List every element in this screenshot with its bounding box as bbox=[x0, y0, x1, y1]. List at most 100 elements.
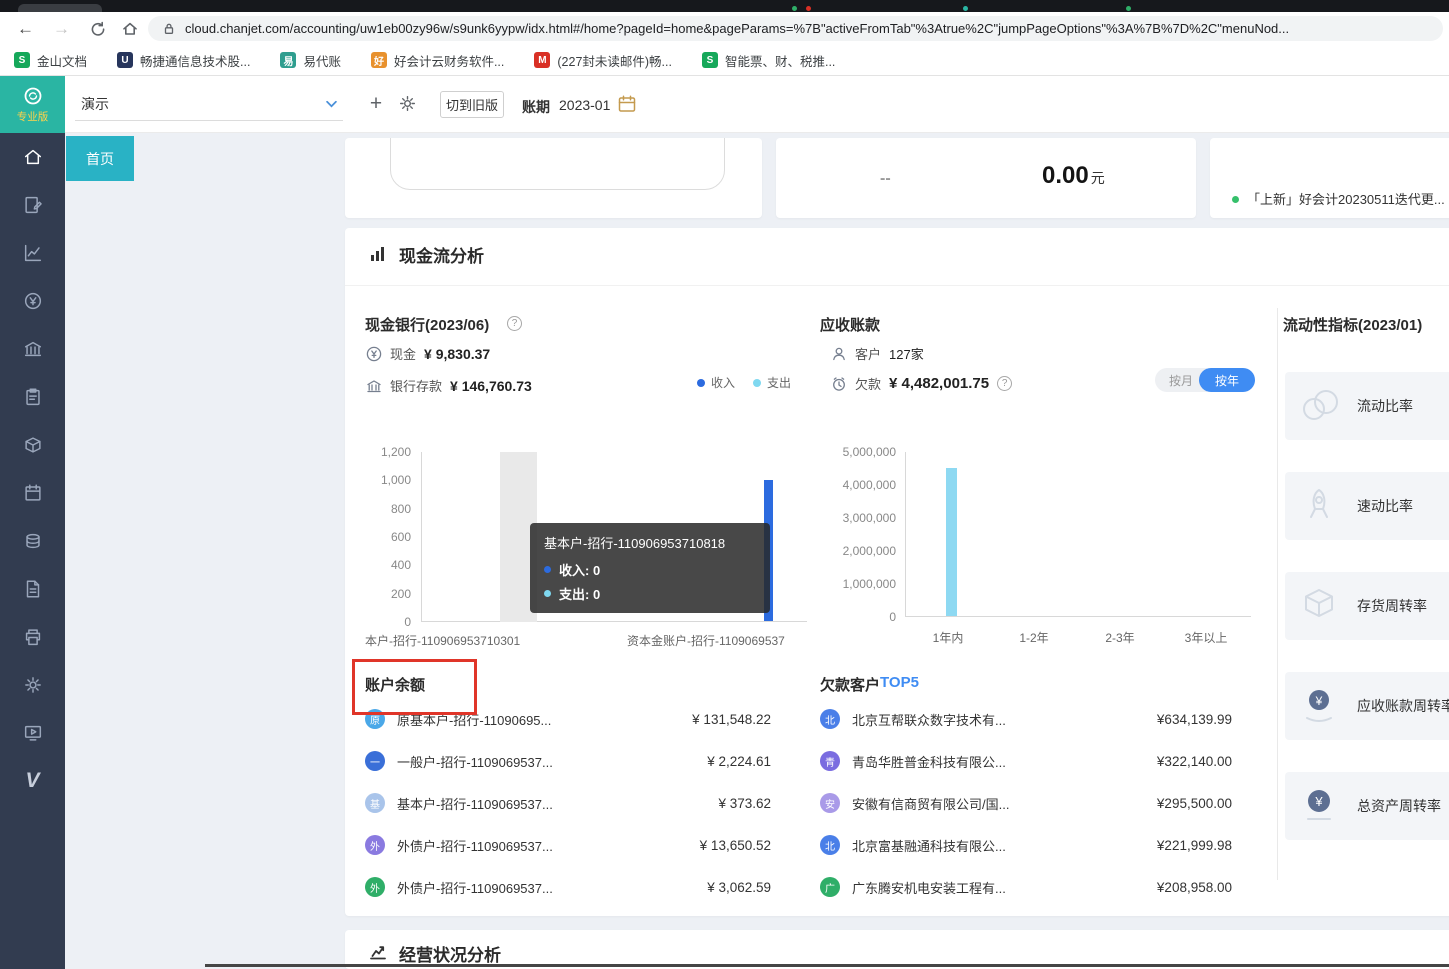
debtor-list: 北 北京互帮联众数字技术有... ¥634,139.99 青 青岛华胜普金科技有… bbox=[820, 698, 1232, 908]
bookmark-favicon: M bbox=[534, 52, 551, 68]
app-edition-label: 专业版 bbox=[16, 111, 49, 123]
calendar-grid-icon bbox=[24, 484, 41, 501]
sidebar-item-training[interactable] bbox=[0, 709, 65, 757]
sidebar-item-reports[interactable] bbox=[0, 229, 65, 277]
debtor-row[interactable]: 青 青岛华胜普金科技有限公... ¥322,140.00 bbox=[820, 740, 1232, 782]
y-tick: 0 bbox=[404, 615, 411, 629]
debtor-row[interactable]: 北 北京富基融通科技有限公... ¥221,999.98 bbox=[820, 824, 1232, 866]
header-divider bbox=[345, 285, 1449, 286]
debtor-row[interactable]: 安 安徽有信商贸有限公司/国... ¥295,500.00 bbox=[820, 782, 1232, 824]
account-row[interactable]: 外 外债户-招行-1109069537... ¥ 3,062.59 bbox=[365, 866, 771, 908]
account-row[interactable]: 基 基本户-招行-1109069537... ¥ 373.62 bbox=[365, 782, 771, 824]
deposit-value: ¥ 146,760.73 bbox=[450, 377, 532, 394]
account-row[interactable]: 外 外债户-招行-1109069537... ¥ 13,650.52 bbox=[365, 824, 771, 866]
income-dot-icon bbox=[544, 566, 551, 573]
refresh-button[interactable] bbox=[84, 15, 111, 42]
account-row[interactable]: 一 一般户-招行-1109069537... ¥ 2,224.61 bbox=[365, 740, 771, 782]
indicator-label: 总资产周转率 bbox=[1357, 798, 1441, 814]
refresh-icon bbox=[91, 21, 104, 36]
url-text[interactable]: cloud.chanjet.com/accounting/uw1eb00zy96… bbox=[185, 21, 1289, 36]
home-button[interactable] bbox=[116, 15, 143, 42]
account-name: 演示 bbox=[81, 96, 109, 112]
sidebar-item-statements[interactable] bbox=[0, 373, 65, 421]
browser-tab-strip[interactable] bbox=[0, 0, 1449, 12]
section-title: 经营状况分析 bbox=[399, 946, 501, 965]
legend-income[interactable]: 收入 bbox=[697, 374, 735, 391]
bookmark-item[interactable]: S 智能票、财、税推... bbox=[701, 51, 835, 70]
browser-active-tab[interactable] bbox=[18, 4, 102, 12]
deposit-label: 银行存款 bbox=[390, 379, 443, 394]
amount-unit: 元 bbox=[1090, 170, 1105, 186]
tooltip-title: 基本户-招行-110906953710818 bbox=[544, 536, 726, 551]
debtor-avatar: 安 bbox=[820, 793, 840, 813]
debtor-avatar: 广 bbox=[820, 877, 840, 897]
chart-plot-area[interactable] bbox=[905, 452, 1251, 617]
x-tick: 1年内 bbox=[932, 631, 964, 645]
bookmark-item[interactable]: 好 好会计云财务软件... bbox=[370, 51, 504, 70]
settings-button[interactable] bbox=[397, 93, 418, 114]
indicator-receivable-turnover[interactable]: ¥ 应收账款周转率 bbox=[1285, 672, 1449, 740]
y-tick: 1,200 bbox=[380, 445, 411, 459]
debtor-name: 安徽有信商贸有限公司/国... bbox=[852, 796, 1010, 812]
debt-help-icon[interactable]: ? bbox=[997, 376, 1013, 391]
secure-lock-icon bbox=[164, 23, 174, 34]
app-topbar: 演示 + 切到旧版 账期 2023-01 bbox=[65, 76, 1449, 133]
back-button[interactable]: ← bbox=[12, 15, 39, 42]
coins-pair-icon bbox=[1303, 390, 1338, 420]
search-input[interactable] bbox=[390, 138, 725, 190]
account-balance-list: 原 原基本户-招行-11090695... ¥ 131,548.22 一 一般户… bbox=[365, 698, 771, 908]
switch-old-version-button[interactable]: 切到旧版 bbox=[440, 91, 504, 118]
indicator-asset-turnover[interactable]: ¥ 总资产周转率 bbox=[1285, 772, 1449, 840]
tab-home[interactable]: 首页 bbox=[66, 136, 134, 181]
app-logo[interactable]: 专业版 bbox=[0, 76, 65, 133]
sidebar-item-voucher[interactable] bbox=[0, 181, 65, 229]
top5-prefix: 欠款客户 bbox=[820, 677, 881, 694]
debtor-name: 北京互帮联众数字技术有... bbox=[852, 712, 1006, 728]
cash-bank-help-icon[interactable]: ? bbox=[507, 316, 522, 331]
file-icon bbox=[26, 580, 39, 598]
url-bar[interactable]: cloud.chanjet.com/accounting/uw1eb00zy96… bbox=[148, 16, 1443, 41]
bar-chart-icon bbox=[369, 245, 387, 263]
forward-button[interactable]: → bbox=[48, 15, 75, 42]
notice-text[interactable]: 「上新」好会计20230511迭代更... bbox=[1247, 189, 1445, 208]
liquidity-title: 流动性指标(2023/01) bbox=[1283, 317, 1423, 334]
deposit-row: 银行存款 ¥ 146,760.73 bbox=[366, 376, 532, 395]
account-row[interactable]: 原 原基本户-招行-11090695... ¥ 131,548.22 bbox=[365, 698, 771, 740]
gear-icon bbox=[399, 95, 416, 112]
sidebar-item-documents[interactable] bbox=[0, 565, 65, 613]
sidebar-item-assets[interactable] bbox=[0, 325, 65, 373]
aging-bar[interactable] bbox=[946, 468, 957, 616]
y-tick: 2,000,000 bbox=[842, 544, 896, 558]
account-select[interactable]: 演示 bbox=[75, 88, 343, 121]
bookmark-item[interactable]: U 畅捷通信息技术股... bbox=[117, 51, 250, 70]
sidebar-item-checkout[interactable] bbox=[0, 421, 65, 469]
sidebar-item-brand-v[interactable]: V bbox=[0, 757, 65, 805]
bookmark-item[interactable]: 易 易代账 bbox=[280, 51, 341, 70]
x-tick: 资本金账户-招行-1109069537 bbox=[627, 634, 785, 648]
account-balance: ¥ 3,062.59 bbox=[707, 879, 771, 895]
indicator-inventory-turnover[interactable]: 存货周转率 bbox=[1285, 572, 1449, 640]
period-value[interactable]: 2023-01 bbox=[559, 97, 610, 113]
calendar-button[interactable] bbox=[618, 95, 636, 113]
clipboard-icon bbox=[25, 388, 40, 406]
add-account-set-button[interactable]: + bbox=[362, 90, 390, 118]
notice-card[interactable]: 「上新」好会计20230511迭代更... bbox=[1210, 138, 1449, 218]
sidebar-item-home[interactable] bbox=[0, 133, 65, 181]
sidebar-item-salary[interactable] bbox=[0, 517, 65, 565]
bookmark-item[interactable]: S 金山文档 bbox=[14, 51, 87, 70]
sidebar-item-funds[interactable] bbox=[0, 277, 65, 325]
amount-number: 0.00 bbox=[1042, 162, 1089, 189]
sidebar-item-invoices[interactable] bbox=[0, 469, 65, 517]
indicator-current-ratio[interactable]: 流动比率 bbox=[1285, 372, 1449, 440]
legend-expense[interactable]: 支出 bbox=[753, 374, 791, 391]
sidebar-item-print[interactable] bbox=[0, 613, 65, 661]
toggle-by-year[interactable]: 按年 bbox=[1199, 368, 1255, 392]
y-tick: 200 bbox=[390, 587, 411, 601]
receivable-aging-chart[interactable]: 5,000,000 4,000,000 3,000,000 2,000,000 … bbox=[820, 442, 1265, 654]
sidebar-item-settings[interactable] bbox=[0, 661, 65, 709]
bookmark-label: 畅捷通信息技术股... bbox=[140, 54, 251, 69]
debtor-row[interactable]: 广 广东腾安机电安装工程有... ¥208,958.00 bbox=[820, 866, 1232, 908]
bookmark-item[interactable]: M (227封未读邮件)畅... bbox=[534, 51, 672, 70]
indicator-quick-ratio[interactable]: 速动比率 bbox=[1285, 472, 1449, 540]
debtor-row[interactable]: 北 北京互帮联众数字技术有... ¥634,139.99 bbox=[820, 698, 1232, 740]
